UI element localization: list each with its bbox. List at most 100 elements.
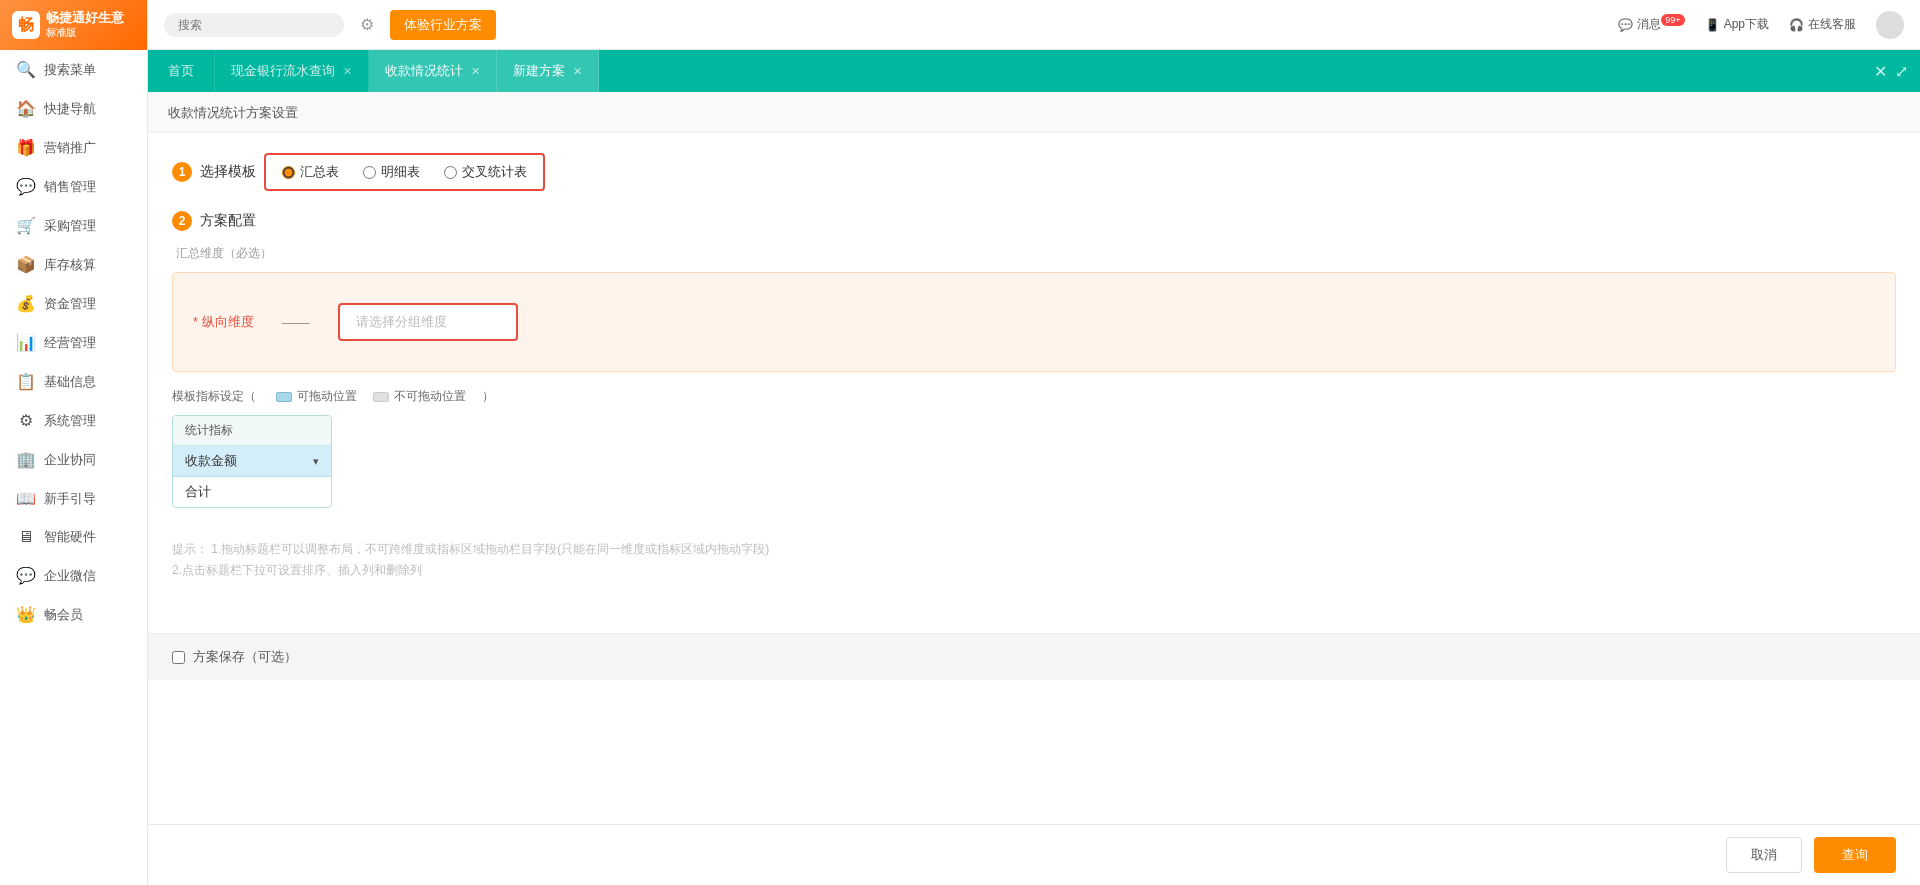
metrics-container: 统计指标 收款金额 ▾ 合计 — [172, 415, 332, 508]
page-header: 收款情况统计方案设置 — [148, 92, 1920, 133]
download-icon: 📱 — [1705, 18, 1720, 32]
dim-input[interactable]: 请选择分组维度 — [338, 303, 518, 341]
sidebar-item-finance[interactable]: 💰 资金管理 — [0, 284, 147, 323]
notification-item[interactable]: 💬 消息 99+ — [1618, 16, 1684, 33]
query-button[interactable]: 查询 — [1814, 837, 1896, 873]
settings-icon[interactable]: ⚙ — [360, 15, 374, 34]
step2-section: 2 方案配置 汇总维度（必选） * 纵向维度 —— 请选择分组维度 — [172, 211, 1896, 593]
tip-line-2: 2.点击标题栏下拉可设置排序、插入列和删除列 — [172, 562, 1896, 579]
arrow-icon: —— — [282, 314, 310, 330]
legend-draggable: 可拖动位置 — [276, 388, 357, 405]
step1-header: 1 选择模板 汇总表 明细表 — [172, 153, 1896, 191]
message-icon: 💬 — [1618, 18, 1633, 32]
topbar: ⚙ 体验行业方案 💬 消息 99+ 📱 App下载 🎧 在线客服 — [148, 0, 1920, 50]
tabbar-actions: ✕ ⤢ — [1862, 50, 1920, 92]
sidebar-item-enterprise[interactable]: 🏢 企业协同 — [0, 440, 147, 479]
tab-collection-stats[interactable]: 收款情况统计 ✕ — [369, 50, 497, 92]
industry-btn[interactable]: 体验行业方案 — [390, 10, 496, 40]
sidebar-item-sales[interactable]: 💬 销售管理 — [0, 167, 147, 206]
sidebar-item-guide[interactable]: 📖 新手引导 — [0, 479, 147, 518]
support-icon: 🎧 — [1789, 18, 1804, 32]
dimension-title: 汇总维度（必选） — [172, 245, 1896, 262]
step2-badge: 2 — [172, 211, 192, 231]
tab-close-new-plan[interactable]: ✕ — [573, 65, 582, 78]
sidebar-item-wechat[interactable]: 💬 企业微信 — [0, 556, 147, 595]
sales-icon: 💬 — [16, 177, 36, 196]
avatar[interactable] — [1876, 11, 1904, 39]
step1-section: 1 选择模板 汇总表 明细表 — [172, 153, 1896, 191]
metrics-legend: 可拖动位置 不可拖动位置 ） — [276, 388, 494, 405]
box-icon: 📦 — [16, 255, 36, 274]
save-checkbox[interactable] — [172, 651, 185, 664]
sidebar-item-search-menu[interactable]: 🔍 搜索菜单 — [0, 50, 147, 89]
logo-icon: 畅 — [12, 11, 40, 39]
sidebar-item-system[interactable]: ⚙ 系统管理 — [0, 401, 147, 440]
step1-badge: 1 — [172, 162, 192, 182]
cancel-button[interactable]: 取消 — [1726, 837, 1802, 873]
sidebar-item-basic-info[interactable]: 📋 基础信息 — [0, 362, 147, 401]
metrics-group-title: 统计指标 — [173, 416, 331, 446]
vertical-dim-label: * 纵向维度 — [193, 313, 254, 331]
step1-label: 选择模板 — [200, 163, 256, 181]
download-item[interactable]: 📱 App下载 — [1705, 16, 1769, 33]
tab-new-plan[interactable]: 新建方案 ✕ — [497, 50, 599, 92]
chart-icon: 📊 — [16, 333, 36, 352]
tips-section: 提示： 1.拖动标题栏可以调整布局，不可跨维度或指标区域拖动栏目字段(只能在同一… — [172, 531, 1896, 593]
tab-close-bank-flow[interactable]: ✕ — [343, 65, 352, 78]
building-icon: 🏢 — [16, 450, 36, 469]
metrics-title-text: 模板指标设定（ — [172, 388, 256, 405]
sidebar-item-purchase[interactable]: 🛒 采购管理 — [0, 206, 147, 245]
sidebar: 畅 畅捷通好生意 标准版 🔍 搜索菜单 🏠 快捷导航 🎁 营销推广 💬 销售管理… — [0, 0, 148, 885]
book-icon: 📖 — [16, 489, 36, 508]
save-label: 方案保存（可选） — [193, 648, 297, 666]
search-icon: 🔍 — [16, 60, 36, 79]
content-area: 收款情况统计方案设置 1 选择模板 汇总表 — [148, 92, 1920, 885]
dropdown-arrow-icon: ▾ — [313, 455, 319, 468]
wechat-icon: 💬 — [16, 566, 36, 585]
sidebar-item-marketing[interactable]: 🎁 营销推广 — [0, 128, 147, 167]
tab-home[interactable]: 首页 — [148, 50, 215, 92]
support-item[interactable]: 🎧 在线客服 — [1789, 16, 1856, 33]
tabbar: 首页 现金银行流水查询 ✕ 收款情况统计 ✕ 新建方案 ✕ ✕ ⤢ — [148, 50, 1920, 92]
page-wrapper: 收款情况统计方案设置 1 选择模板 汇总表 — [148, 92, 1920, 825]
search-input[interactable] — [164, 13, 344, 37]
page-body: 1 选择模板 汇总表 明细表 — [148, 133, 1920, 633]
maximize-icon[interactable]: ⤢ — [1895, 62, 1908, 81]
non-draggable-box — [373, 392, 389, 402]
radio-cross[interactable]: 交叉统计表 — [444, 163, 527, 181]
money-icon: 💰 — [16, 294, 36, 313]
save-section: 方案保存（可选） — [148, 633, 1920, 680]
dimension-area: * 纵向维度 —— 请选择分组维度 — [172, 272, 1896, 372]
close-window-icon[interactable]: ✕ — [1874, 62, 1887, 81]
radio-detail[interactable]: 明细表 — [363, 163, 420, 181]
cart-icon: 🛒 — [16, 216, 36, 235]
metrics-header: 模板指标设定（ 可拖动位置 不可拖动位置 ） — [172, 388, 1896, 405]
gift-icon: 🎁 — [16, 138, 36, 157]
draggable-box — [276, 392, 292, 402]
notification-badge: 99+ — [1661, 14, 1684, 26]
metrics-item-total: 合计 — [173, 477, 331, 507]
sidebar-item-member[interactable]: 👑 畅会员 — [0, 595, 147, 634]
sidebar-item-hardware[interactable]: 🖥 智能硬件 — [0, 518, 147, 556]
legend-non-draggable: 不可拖动位置 — [373, 388, 466, 405]
tab-bank-flow[interactable]: 现金银行流水查询 ✕ — [215, 50, 369, 92]
clipboard-icon: 📋 — [16, 372, 36, 391]
logo-text: 畅捷通好生意 标准版 — [46, 10, 124, 40]
main-area: ⚙ 体验行业方案 💬 消息 99+ 📱 App下载 🎧 在线客服 首页 现金银行… — [148, 0, 1920, 885]
step2-header: 2 方案配置 — [172, 211, 1896, 231]
home-icon: 🏠 — [16, 99, 36, 118]
gear-icon: ⚙ — [16, 411, 36, 430]
sidebar-logo: 畅 畅捷通好生意 标准版 — [0, 0, 147, 50]
monitor-icon: 🖥 — [16, 528, 36, 546]
step2-label: 方案配置 — [200, 212, 256, 230]
crown-icon: 👑 — [16, 605, 36, 624]
metrics-item-revenue[interactable]: 收款金额 ▾ — [173, 446, 331, 477]
tab-close-collection-stats[interactable]: ✕ — [471, 65, 480, 78]
topbar-right: 💬 消息 99+ 📱 App下载 🎧 在线客服 — [1618, 11, 1904, 39]
footer-actions: 取消 查询 — [148, 824, 1920, 885]
sidebar-item-inventory[interactable]: 📦 库存核算 — [0, 245, 147, 284]
sidebar-item-operations[interactable]: 📊 经营管理 — [0, 323, 147, 362]
sidebar-item-quick-nav[interactable]: 🏠 快捷导航 — [0, 89, 147, 128]
radio-summary[interactable]: 汇总表 — [282, 163, 339, 181]
tip-line-1: 提示： 1.拖动标题栏可以调整布局，不可跨维度或指标区域拖动栏目字段(只能在同一… — [172, 541, 1896, 558]
